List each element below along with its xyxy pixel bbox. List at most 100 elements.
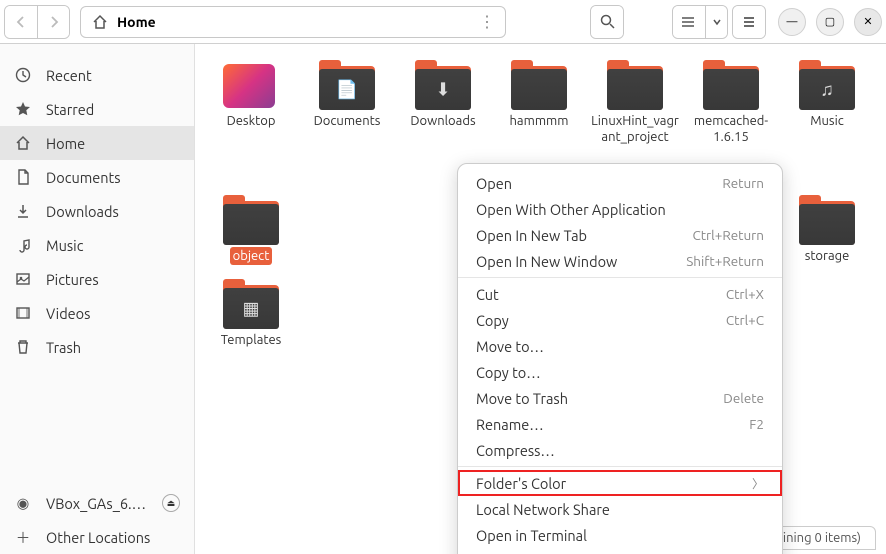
menu-item[interactable]: Rename…F2: [458, 411, 782, 437]
menu-shortcut: Shift+Return: [686, 253, 764, 269]
sidebar-item-label: VBox_GAs_6.…: [46, 495, 146, 512]
folder-icon: [799, 201, 855, 245]
file-label: LinuxHint_vagrant_project: [587, 112, 683, 147]
maximize-button[interactable]: ▢: [816, 8, 844, 36]
file-item[interactable]: memcached-1.6.15: [683, 60, 779, 147]
menu-item[interactable]: Send to…: [458, 548, 782, 554]
plus-icon: ＋: [14, 528, 32, 546]
toolbar: Home ⋮ — ▢ ✕: [0, 0, 886, 44]
eject-icon[interactable]: ⏏: [162, 494, 180, 512]
pathbar[interactable]: Home ⋮: [80, 6, 506, 38]
list-view-button[interactable]: [673, 6, 705, 38]
menu-separator: [458, 277, 782, 278]
menu-item[interactable]: Compress…: [458, 437, 782, 463]
file-label: Templates: [218, 331, 285, 349]
file-label: Music: [807, 112, 847, 130]
view-dropdown[interactable]: [705, 6, 727, 38]
menu-separator: [458, 466, 782, 467]
menu-item-label: Open: [476, 175, 512, 192]
minimize-button[interactable]: —: [778, 8, 806, 36]
menu-item[interactable]: Folder's Color〉: [458, 470, 782, 496]
file-label: Downloads: [407, 112, 478, 130]
content-area[interactable]: Desktop 📄 Documents ⬇ Downloads hammmm LinuxHi…: [195, 44, 886, 554]
sidebar-item-label: Recent: [46, 67, 92, 84]
file-item[interactable]: ⬇ Downloads: [395, 60, 491, 147]
folder-icon: [703, 66, 759, 110]
menu-item-label: Cut: [476, 286, 499, 303]
file-label: object: [230, 247, 273, 265]
menu-item[interactable]: Move to…: [458, 333, 782, 359]
sidebar-item-label: Pictures: [46, 271, 99, 288]
menu-item[interactable]: Open in Terminal: [458, 522, 782, 548]
menu-item[interactable]: Open Return: [458, 170, 782, 196]
sidebar-item-videos[interactable]: Videos: [0, 296, 194, 330]
folder-icon: [607, 66, 663, 110]
menu-item[interactable]: Cut Ctrl+X: [458, 281, 782, 307]
trash-icon: [14, 338, 32, 356]
file-item[interactable]: ♫ Music: [779, 60, 875, 147]
file-item[interactable]: storage: [779, 195, 875, 265]
menu-item[interactable]: Copy to…: [458, 359, 782, 385]
forward-button[interactable]: [37, 6, 69, 38]
folder-icon: ⬇: [415, 66, 471, 110]
sidebar-item-home[interactable]: Home: [0, 126, 194, 160]
file-label: Desktop: [224, 112, 279, 130]
folder-icon: ♫: [799, 66, 855, 110]
sidebar-item-starred[interactable]: Starred: [0, 92, 194, 126]
sidebar-item-trash[interactable]: Trash: [0, 330, 194, 364]
file-item[interactable]: Desktop: [203, 60, 299, 147]
file-label: Documents: [311, 112, 384, 130]
video-icon: [14, 304, 32, 322]
menu-group: [732, 5, 766, 39]
search-button[interactable]: [591, 6, 623, 38]
menu-item[interactable]: Open In New TabCtrl+Return: [458, 222, 782, 248]
menu-shortcut: F2: [749, 416, 764, 432]
sidebar-other-locations[interactable]: ＋ Other Locations: [0, 520, 194, 554]
file-item[interactable]: 📄 Documents: [299, 60, 395, 147]
file-label: memcached-1.6.15: [683, 112, 779, 147]
path-menu-icon[interactable]: ⋮: [479, 12, 495, 31]
menu-item[interactable]: Move to TrashDelete: [458, 385, 782, 411]
menu-item-label: Copy to…: [476, 364, 541, 381]
nav-buttons: [4, 5, 70, 39]
sidebar-item-label: Trash: [46, 339, 81, 356]
file-label: hammmm: [507, 112, 572, 130]
folder-icon: 📄: [319, 66, 375, 110]
menu-item[interactable]: Open With Other Application: [458, 196, 782, 222]
sidebar-item-recent[interactable]: Recent: [0, 58, 194, 92]
menu-shortcut: Ctrl+X: [726, 286, 764, 302]
file-item[interactable]: object: [203, 195, 299, 265]
sidebar-item-pictures[interactable]: Pictures: [0, 262, 194, 296]
sidebar-item-downloads[interactable]: Downloads: [0, 194, 194, 228]
menu-item-label: Open In New Tab: [476, 227, 587, 244]
sidebar-item-label: Other Locations: [46, 529, 150, 546]
context-menu: OpenReturnOpen With Other ApplicationOpe…: [457, 163, 783, 554]
sidebar-item-label: Videos: [46, 305, 90, 322]
menu-item[interactable]: Open In New Window Shift+Return: [458, 248, 782, 274]
file-item[interactable]: hammmm: [491, 60, 587, 147]
search-group: [590, 5, 624, 39]
sidebar: Recent StarredHome Documents DownloadsMusic…: [0, 44, 195, 554]
close-button[interactable]: ✕: [854, 8, 882, 36]
clock-icon: [14, 66, 32, 84]
menu-item-label: Open in Terminal: [476, 527, 587, 544]
hamburger-button[interactable]: [733, 6, 765, 38]
music-icon: [14, 236, 32, 254]
file-item[interactable]: ▦ Templates: [203, 279, 299, 382]
menu-shortcut: Delete: [723, 390, 764, 406]
home-icon: [14, 134, 32, 152]
menu-item-label: Open In New Window: [476, 253, 617, 270]
menu-item[interactable]: CopyCtrl+C: [458, 307, 782, 333]
back-button[interactable]: [5, 6, 37, 38]
menu-shortcut: Return: [722, 175, 764, 191]
sidebar-item-documents[interactable]: Documents: [0, 160, 194, 194]
file-item[interactable]: LinuxHint_vagrant_project: [587, 60, 683, 147]
menu-item-label: Compress…: [476, 442, 555, 459]
menu-item[interactable]: Local Network Share: [458, 496, 782, 522]
window-controls: — ▢ ✕: [778, 8, 882, 36]
sidebar-item-label: Documents: [46, 169, 121, 186]
sidebar-mount[interactable]: ◉ VBox_GAs_6.… ⏏: [0, 486, 194, 520]
sidebar-item-music[interactable]: Music: [0, 228, 194, 262]
file-label: storage: [802, 247, 853, 265]
folder-icon: ▦: [223, 285, 279, 329]
